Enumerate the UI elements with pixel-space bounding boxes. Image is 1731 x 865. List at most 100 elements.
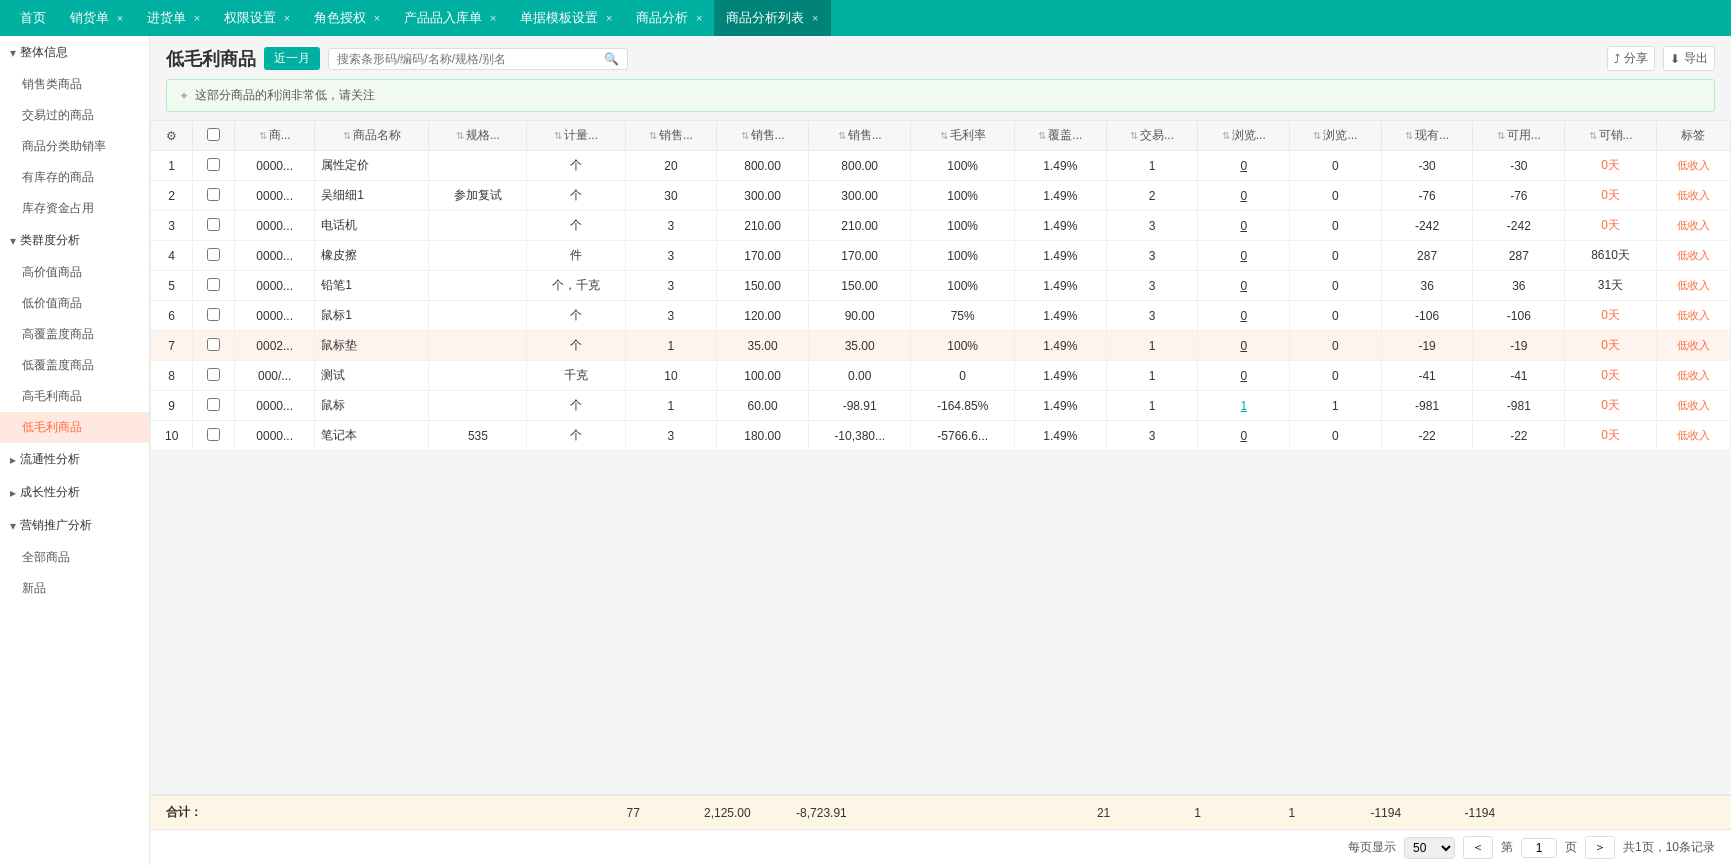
col-code[interactable]: 商... <box>235 121 315 151</box>
cell-browse1[interactable]: 0 <box>1198 241 1290 271</box>
cell-browse1[interactable]: 0 <box>1198 421 1290 451</box>
nav-role-auth[interactable]: 角色授权 × <box>302 0 392 36</box>
row-checkbox[interactable] <box>207 398 220 411</box>
row-checkbox[interactable] <box>207 218 220 231</box>
col-browse1[interactable]: 浏览... <box>1198 121 1290 151</box>
cell-browse1[interactable]: 0 <box>1198 301 1290 331</box>
nav-home[interactable]: 首页 <box>8 0 58 36</box>
share-icon: ⤴ <box>1614 52 1620 66</box>
per-page-select[interactable]: 50 100 200 <box>1404 837 1455 859</box>
cell-checkbox[interactable] <box>193 181 235 211</box>
col-gross-margin[interactable]: 毛利率 <box>911 121 1015 151</box>
cell-checkbox[interactable] <box>193 211 235 241</box>
col-spec[interactable]: 规格... <box>429 121 527 151</box>
sidebar-group-growth[interactable]: ▸ 成长性分析 <box>0 476 149 509</box>
cell-browse1[interactable]: 0 <box>1198 151 1290 181</box>
cell-browse1[interactable]: 0 <box>1198 211 1290 241</box>
cell-sales-profit: 0.00 <box>808 361 910 391</box>
nav-product-analysis-list[interactable]: 商品分析列表 × <box>714 0 830 36</box>
row-checkbox[interactable] <box>207 248 220 261</box>
col-settings[interactable]: ⚙ <box>151 121 193 151</box>
col-sales-qty[interactable]: 销售... <box>625 121 717 151</box>
sidebar-item-inventory-goods[interactable]: 有库存的商品 <box>0 162 149 193</box>
search-input[interactable] <box>337 52 604 66</box>
nav-close-product-analysis-list[interactable]: × <box>812 12 818 24</box>
nav-close-purchase-order[interactable]: × <box>194 12 200 24</box>
sidebar-item-low-coverage[interactable]: 低覆盖度商品 <box>0 350 149 381</box>
sidebar-item-sales-category[interactable]: 销售类商品 <box>0 69 149 100</box>
row-checkbox[interactable] <box>207 158 220 171</box>
export-button[interactable]: ⬇ 导出 <box>1663 46 1715 71</box>
col-name[interactable]: 商品名称 <box>315 121 429 151</box>
col-current-stock[interactable]: 现有... <box>1381 121 1473 151</box>
sidebar-item-traded-goods[interactable]: 交易过的商品 <box>0 100 149 131</box>
nav-close-role-auth[interactable]: × <box>374 12 380 24</box>
col-coverage[interactable]: 覆盖... <box>1014 121 1106 151</box>
row-checkbox[interactable] <box>207 428 220 441</box>
cell-browse1[interactable]: 0 <box>1198 271 1290 301</box>
search-icon[interactable]: 🔍 <box>604 52 619 66</box>
prev-page-button[interactable]: ＜ <box>1463 836 1493 859</box>
sidebar-group-marketing[interactable]: ▾ 营销推广分析 <box>0 509 149 542</box>
sidebar-group-quality-analysis[interactable]: ▾ 类群度分析 <box>0 224 149 257</box>
share-button[interactable]: ⤴ 分享 <box>1607 46 1655 71</box>
sidebar-item-all-goods[interactable]: 全部商品 <box>0 542 149 573</box>
cell-browse1[interactable]: 0 <box>1198 331 1290 361</box>
cell-browse1[interactable]: 0 <box>1198 361 1290 391</box>
select-all-checkbox[interactable] <box>207 128 220 141</box>
cell-checkbox[interactable] <box>193 151 235 181</box>
col-browse2[interactable]: 浏览... <box>1290 121 1382 151</box>
cell-checkbox[interactable] <box>193 331 235 361</box>
cell-checkbox[interactable] <box>193 421 235 451</box>
sidebar-item-high-coverage[interactable]: 高覆盖度商品 <box>0 319 149 350</box>
col-available[interactable]: 可用... <box>1473 121 1565 151</box>
nav-product-analysis[interactable]: 商品分析 × <box>624 0 714 36</box>
nav-close-permission[interactable]: × <box>284 12 290 24</box>
cell-checkbox[interactable] <box>193 391 235 421</box>
cell-checkbox[interactable] <box>193 271 235 301</box>
nav-close-template[interactable]: × <box>606 12 612 24</box>
nav-purchase-order[interactable]: 进货单 × <box>135 0 212 36</box>
sidebar-item-low-value[interactable]: 低价值商品 <box>0 288 149 319</box>
sidebar-group-circulation[interactable]: ▸ 流通性分析 <box>0 443 149 476</box>
sidebar-item-high-value[interactable]: 高价值商品 <box>0 257 149 288</box>
next-page-button[interactable]: ＞ <box>1585 836 1615 859</box>
col-sales-price[interactable]: 销售... <box>717 121 809 151</box>
date-filter-button[interactable]: 近一月 <box>264 47 320 70</box>
row-checkbox[interactable] <box>207 368 220 381</box>
col-checkbox[interactable] <box>193 121 235 151</box>
search-box[interactable]: 🔍 <box>328 48 628 70</box>
nav-permission[interactable]: 权限设置 × <box>212 0 302 36</box>
page-number-input[interactable] <box>1521 838 1557 858</box>
row-checkbox[interactable] <box>207 188 220 201</box>
col-unit[interactable]: 计量... <box>527 121 625 151</box>
sidebar-item-low-margin[interactable]: 低毛利商品 <box>0 412 149 443</box>
row-checkbox[interactable] <box>207 308 220 321</box>
col-saleable[interactable]: 可销... <box>1565 121 1657 151</box>
cell-tag: 低收入 <box>1656 241 1730 271</box>
cell-browse1[interactable]: 0 <box>1198 181 1290 211</box>
sidebar-item-high-margin[interactable]: 高毛利商品 <box>0 381 149 412</box>
alert-icon: ✦ <box>179 89 189 103</box>
sidebar-item-new-goods[interactable]: 新品 <box>0 573 149 604</box>
nav-template[interactable]: 单据模板设置 × <box>508 0 624 36</box>
nav-sales-order[interactable]: 销货单 × <box>58 0 135 36</box>
cell-browse1[interactable]: 1 <box>1198 391 1290 421</box>
row-checkbox[interactable] <box>207 338 220 351</box>
col-sales-profit[interactable]: 销售... <box>808 121 910 151</box>
col-transaction[interactable]: 交易... <box>1106 121 1198 151</box>
row-checkbox[interactable] <box>207 278 220 291</box>
nav-close-sales-order[interactable]: × <box>117 12 123 24</box>
sidebar-item-capital-occupation[interactable]: 库存资金占用 <box>0 193 149 224</box>
main-content: 低毛利商品 近一月 🔍 ⤴ 分享 ⬇ 导出 ✦ 这部分商品的利润非常低，请关注 <box>150 36 1731 865</box>
cell-checkbox[interactable] <box>193 301 235 331</box>
cell-checkbox[interactable] <box>193 241 235 271</box>
nav-close-product-entry[interactable]: × <box>490 12 496 24</box>
pagination-bar: 每页显示 50 100 200 ＜ 第 页 ＞ 共1页，10条记录 <box>150 829 1731 865</box>
nav-product-entry[interactable]: 产品品入库单 × <box>392 0 508 36</box>
nav-close-product-analysis[interactable]: × <box>696 12 702 24</box>
cell-checkbox[interactable] <box>193 361 235 391</box>
table-container[interactable]: ⚙ 商... 商品名称 规格... 计量... 销售... 销售... 销售..… <box>150 120 1731 794</box>
sidebar-group-general-info[interactable]: ▾ 整体信息 <box>0 36 149 69</box>
sidebar-item-category-sales-rate[interactable]: 商品分类助销率 <box>0 131 149 162</box>
